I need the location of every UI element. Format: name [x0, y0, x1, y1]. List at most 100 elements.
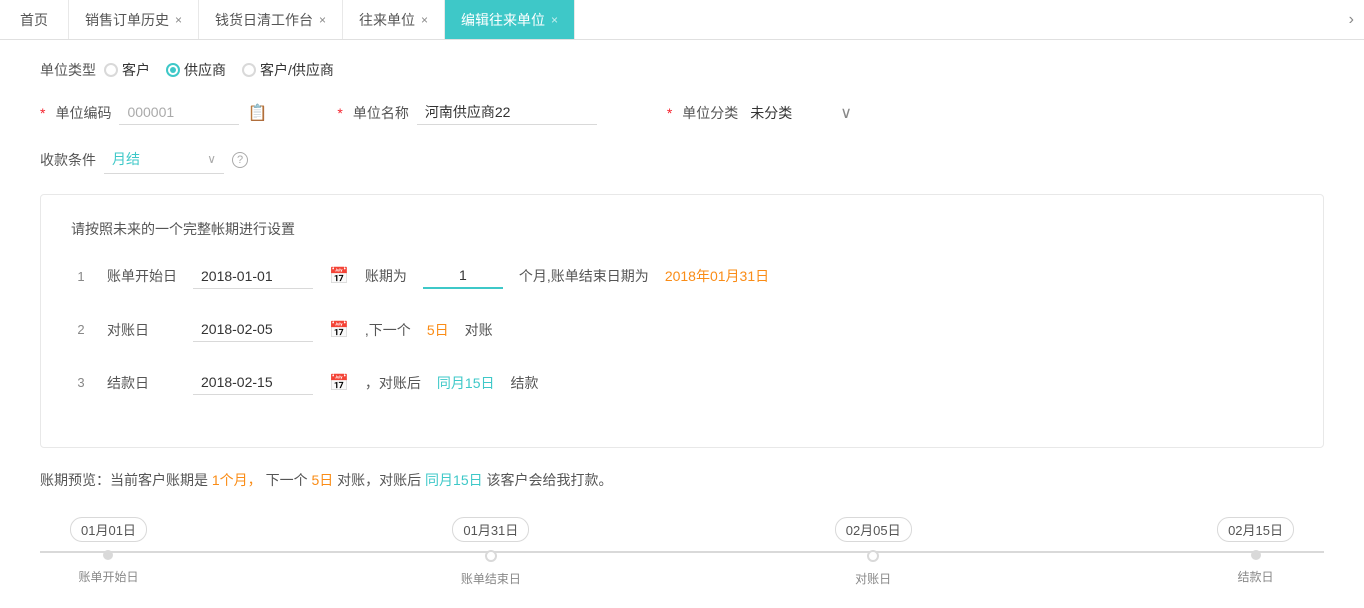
radio-supplier-circle: [166, 63, 180, 77]
card-title: 请按照未来的一个完整帐期进行设置: [71, 219, 1293, 239]
billing-start-label: 账单开始日: [107, 266, 177, 286]
billing-start-row: 1 账单开始日 📅 账期为 个月,账单结束日期为 2018年01月31日: [71, 263, 1293, 289]
unit-category-value: 未分类: [750, 103, 792, 123]
payment-terms-value: 月结: [112, 149, 201, 169]
payment-cal-icon[interactable]: 📅: [329, 373, 349, 393]
payment-highlight: 同月15日: [437, 373, 495, 393]
payment-terms-field: 收款条件 月结 ∨ ?: [40, 145, 248, 174]
unit-code-icon[interactable]: 📋: [247, 103, 267, 123]
preview-text2: 对账，对账后: [337, 472, 421, 488]
preview-text3: 该客户会给我打款。: [487, 472, 613, 488]
unit-code-input[interactable]: [119, 100, 239, 125]
timeline-label-3: 对账日: [855, 570, 891, 587]
billing-end-date-highlight: 2018年01月31日: [665, 266, 769, 286]
timeline-circle-3: [867, 550, 879, 562]
timeline-circle-4: [1251, 550, 1261, 560]
tab-partner-label: 往来单位: [359, 10, 415, 30]
payment-terms-label: 收款条件: [40, 150, 96, 170]
tab-edit-partner[interactable]: 编辑往来单位 ×: [445, 0, 575, 39]
tab-cash-goods[interactable]: 钱货日清工作台 ×: [199, 0, 343, 39]
unit-category-required: *: [667, 105, 672, 121]
reconcile-label: 对账日: [107, 320, 177, 340]
card-section: 请按照未来的一个完整帐期进行设置 1 账单开始日 📅 账期为 个月,账单结束日期…: [40, 194, 1324, 448]
reconcile-row: 2 对账日 📅 ,下一个 5日 对账: [71, 317, 1293, 342]
billing-period-prefix: 账期为: [365, 266, 407, 286]
timeline-point-1: 01月01日 账单开始日: [70, 517, 147, 587]
payment-label: 结款日: [107, 373, 177, 393]
radio-customer[interactable]: 客户: [104, 60, 150, 80]
tab-arrow-button[interactable]: ›: [1339, 0, 1364, 39]
timeline: 01月01日 账单开始日 01月31日 账单结束日 02月05日 对账日 02月…: [40, 517, 1324, 587]
reconcile-cal-icon[interactable]: 📅: [329, 320, 349, 340]
billing-start-cal-icon[interactable]: 📅: [329, 266, 349, 286]
reconcile-desc-suffix: 对账: [465, 320, 493, 340]
payment-terms-help-icon[interactable]: ?: [232, 152, 248, 168]
tab-bar: 首页 销售订单历史 × 钱货日清工作台 × 往来单位 × 编辑往来单位 × ›: [0, 0, 1364, 40]
tab-partner-close[interactable]: ×: [421, 13, 428, 27]
radio-both-label: 客户/供应商: [260, 60, 334, 80]
unit-name-label: 单位名称: [353, 103, 409, 123]
unit-category-dropdown-icon[interactable]: ∨: [840, 103, 852, 123]
unit-category-field: * 单位分类 未分类 ∨: [667, 103, 852, 123]
reconcile-highlight: 5日: [427, 320, 449, 340]
radio-both-circle: [242, 63, 256, 77]
unit-name-required: *: [337, 105, 342, 121]
payment-date[interactable]: [193, 370, 313, 395]
payment-terms-select[interactable]: 月结 ∨: [104, 145, 224, 174]
tab-cash-close[interactable]: ×: [319, 13, 326, 27]
billing-start-date[interactable]: [193, 264, 313, 289]
payment-row: 3 结款日 📅 ，对账后 同月15日 结款: [71, 370, 1293, 395]
preview-highlight3: 同月15日: [425, 472, 483, 488]
main-content: 单位类型 客户 供应商 客户/供应商 * 单位编码: [0, 40, 1364, 608]
tab-home-label: 首页: [20, 10, 48, 30]
unit-type-row: 单位类型 客户 供应商 客户/供应商: [40, 60, 1324, 80]
timeline-point-4: 02月15日 结款日: [1217, 517, 1294, 587]
row-1-num: 1: [71, 269, 91, 284]
unit-category-label: 单位分类: [682, 103, 738, 123]
unit-code-required: *: [40, 105, 45, 121]
preview-highlight2: 5日: [311, 472, 333, 488]
timeline-label-2: 账单结束日: [461, 570, 521, 587]
payment-desc-prefix: ，对账后: [365, 373, 421, 393]
tab-sales-order-history[interactable]: 销售订单历史 ×: [69, 0, 199, 39]
reconcile-date[interactable]: [193, 317, 313, 342]
row-3-num: 3: [71, 375, 91, 390]
billing-period-suffix: 个月,账单结束日期为: [519, 266, 649, 286]
timeline-badge-2: 01月31日: [452, 517, 529, 542]
radio-customer-circle: [104, 63, 118, 77]
tab-partner-units[interactable]: 往来单位 ×: [343, 0, 445, 39]
timeline-points: 01月01日 账单开始日 01月31日 账单结束日 02月05日 对账日 02月…: [70, 517, 1294, 587]
timeline-point-3: 02月05日 对账日: [835, 517, 912, 587]
timeline-badge-1: 01月01日: [70, 517, 147, 542]
timeline-circle-1: [103, 550, 113, 560]
unit-code-label: 单位编码: [55, 103, 111, 123]
timeline-label-4: 结款日: [1238, 568, 1274, 585]
tab-edit-close[interactable]: ×: [551, 13, 558, 27]
preview-text1: 下一个: [266, 472, 308, 488]
unit-name-field: * 单位名称: [337, 100, 596, 125]
billing-months-input[interactable]: [423, 263, 503, 289]
tab-home[interactable]: 首页: [0, 0, 69, 39]
timeline-label-1: 账单开始日: [78, 568, 138, 585]
radio-customer-label: 客户: [122, 60, 150, 80]
preview-section: 账期预览：当前客户账期是 1个月， 下一个 5日 对账，对账后 同月15日 该客…: [40, 468, 1324, 493]
preview-highlight1: 1个月，: [212, 472, 262, 488]
tab-sales-label: 销售订单历史: [85, 10, 169, 30]
unit-type-radio-group: 客户 供应商 客户/供应商: [104, 60, 334, 80]
timeline-point-2: 01月31日 账单结束日: [452, 517, 529, 587]
payment-terms-arrow-icon: ∨: [207, 152, 216, 166]
timeline-badge-4: 02月15日: [1217, 517, 1294, 542]
tab-cash-label: 钱货日清工作台: [215, 10, 313, 30]
timeline-badge-3: 02月05日: [835, 517, 912, 542]
timeline-circle-2: [485, 550, 497, 562]
unit-type-field: 单位类型 客户 供应商 客户/供应商: [40, 60, 334, 80]
unit-name-input[interactable]: [417, 100, 597, 125]
unit-code-field: * 单位编码 📋: [40, 100, 267, 125]
reconcile-desc-prefix: ,下一个: [365, 320, 411, 340]
tab-edit-label: 编辑往来单位: [461, 10, 545, 30]
tab-sales-close[interactable]: ×: [175, 13, 182, 27]
row-2-num: 2: [71, 322, 91, 337]
radio-both[interactable]: 客户/供应商: [242, 60, 334, 80]
unit-type-label: 单位类型: [40, 60, 96, 80]
radio-supplier[interactable]: 供应商: [166, 60, 226, 80]
